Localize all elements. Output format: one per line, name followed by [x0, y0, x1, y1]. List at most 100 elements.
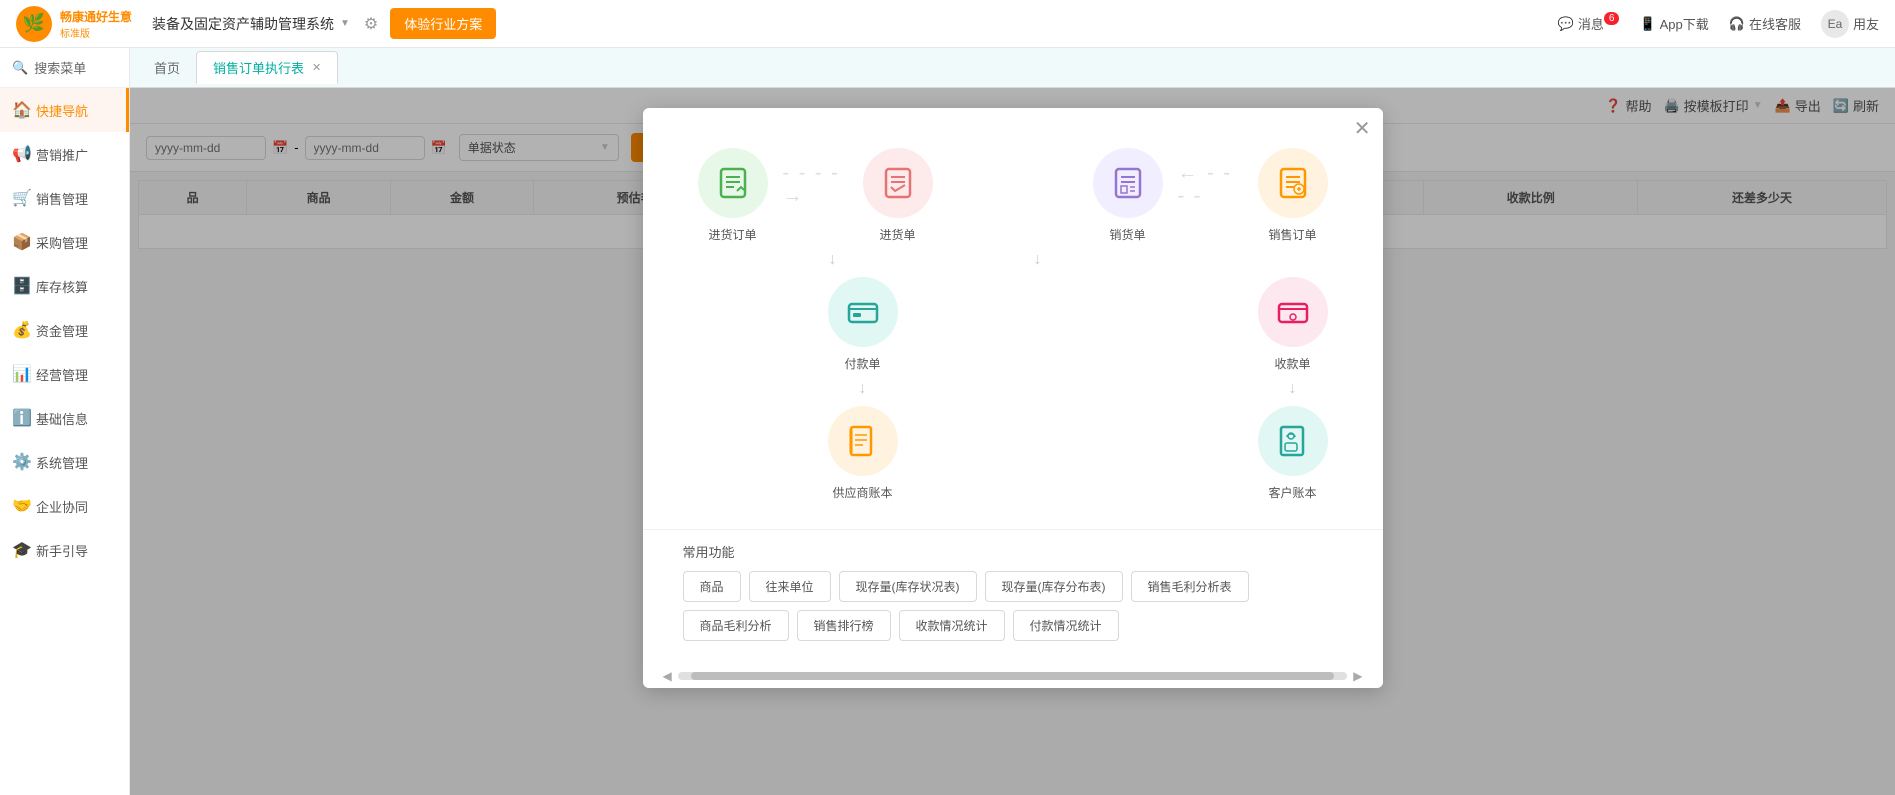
purchase-order-label: 进货订单 — [708, 226, 756, 243]
receipt-circle — [1258, 277, 1328, 347]
modal-scrollbar-area: ◀ ▶ — [643, 661, 1383, 688]
flow-node-receipt[interactable]: 收款单 — [1243, 277, 1343, 372]
scrollbar-thumb — [691, 672, 1334, 680]
settings-icon[interactable]: ⚙ — [364, 14, 378, 34]
arrow-sales-left: ← - - - - — [1178, 162, 1243, 230]
system-icon: ⚙️ — [12, 452, 30, 472]
supplier-ledger-label: 供应商账本 — [832, 484, 892, 501]
down-arrow-icon-3: ↓ — [859, 380, 867, 398]
flow-node-payment[interactable]: 付款单 — [813, 277, 913, 372]
receipt-label: 收款单 — [1274, 355, 1310, 372]
payment-circle — [828, 277, 898, 347]
message-badge: 6 — [1604, 12, 1620, 25]
flow-node-customer-ledger[interactable]: 客户账本 — [1243, 406, 1343, 501]
marketing-icon: 📢 — [12, 144, 30, 164]
tab-bar: 首页 销售订单执行表 ✕ — [130, 48, 1895, 88]
func-btn-sales-margin[interactable]: 销售毛利分析表 — [1131, 571, 1249, 602]
func-btn-stock-status[interactable]: 现存量(库存状况表) — [839, 571, 977, 602]
home-icon: 🏠 — [12, 100, 30, 120]
func-btn-goods-margin[interactable]: 商品毛利分析 — [683, 610, 789, 641]
sidebar-item-enterprise[interactable]: 🤝 企业协同 — [0, 484, 129, 528]
sidebar: 🔍 搜索菜单 🏠 快捷导航 📢 营销推广 🛒 销售管理 📦 采购管理 🗄️ — [0, 48, 130, 795]
sidebar-item-funds[interactable]: 💰 资金管理 — [0, 308, 129, 352]
scroll-right-arrow[interactable]: ▶ — [1353, 669, 1362, 683]
tab-home[interactable]: 首页 — [138, 52, 196, 83]
app-download-item[interactable]: 📱 App下载 — [1639, 14, 1708, 33]
modal: ✕ 进货订单 — [643, 108, 1383, 688]
message-item[interactable]: 💬 消息 6 — [1558, 14, 1620, 33]
sidebar-item-inventory[interactable]: 🗄️ 库存核算 — [0, 264, 129, 308]
logo-area: 🌿 畅康通好生意 标准版 — [16, 6, 136, 42]
newbie-icon: 🎓 — [12, 540, 30, 560]
app-wrapper: 🌿 畅康通好生意 标准版 装备及固定资产辅助管理系统 ▼ ⚙ 体验行业方案 💬 … — [0, 0, 1895, 795]
tab-sales-order[interactable]: 销售订单执行表 ✕ — [196, 51, 338, 84]
sales-bill-label: 销货单 — [1109, 226, 1145, 243]
logo-icon: 🌿 — [16, 6, 52, 42]
experience-button[interactable]: 体验行业方案 — [390, 8, 496, 39]
flow-row-4: ↓ ↓ — [683, 380, 1343, 398]
func-btn-stock-dist[interactable]: 现存量(库存分布表) — [985, 571, 1123, 602]
sidebar-item-basic-info[interactable]: ℹ️ 基础信息 — [0, 396, 129, 440]
down-arrow-purchase: ↓ — [683, 251, 853, 269]
flow-row-2: ↓ ↓ — [683, 251, 1343, 269]
system-title: 装备及固定资产辅助管理系统 ▼ ⚙ — [152, 14, 378, 34]
func-btn-sales-rank[interactable]: 销售排行榜 — [797, 610, 891, 641]
top-bar-right: 💬 消息 6 📱 App下载 🎧 在线客服 Ea 用友 — [1558, 10, 1879, 38]
sales-bill-circle — [1093, 148, 1163, 218]
content-body: ❓ 帮助 🖨️ 按模板打印 ▼ 📤 导出 🔄 刷新 — [130, 88, 1895, 795]
down-arrow-receipt: ↓ — [1243, 380, 1343, 398]
flow-row-1: 进货订单 - - - - → — [683, 148, 1343, 243]
flow-row-5: 供应商账本 客户账本 — [683, 406, 1343, 501]
top-bar: 🌿 畅康通好生意 标准版 装备及固定资产辅助管理系统 ▼ ⚙ 体验行业方案 💬 … — [0, 0, 1895, 48]
app-icon: 📱 — [1639, 16, 1655, 32]
func-btn-receipt-stats[interactable]: 收款情况统计 — [899, 610, 1005, 641]
funds-icon: 💰 — [12, 320, 30, 340]
right-arrow-icon-1: - - - - → — [783, 162, 848, 208]
sidebar-item-system[interactable]: ⚙️ 系统管理 — [0, 440, 129, 484]
search-icon: 🔍 — [12, 60, 28, 76]
payment-label: 付款单 — [844, 355, 880, 372]
flow-node-sales-bill[interactable]: 销货单 — [1078, 148, 1178, 243]
logo-text: 畅康通好生意 标准版 — [60, 8, 132, 40]
sidebar-item-sales[interactable]: 🛒 销售管理 — [0, 176, 129, 220]
common-functions-title: 常用功能 — [683, 542, 1343, 561]
down-arrow-icon-2: ↓ — [1034, 251, 1042, 269]
arrow-purchase: - - - - → — [783, 162, 848, 230]
sidebar-item-purchase[interactable]: 📦 采购管理 — [0, 220, 129, 264]
sidebar-item-newbie[interactable]: 🎓 新手引导 — [0, 528, 129, 572]
func-btn-partner[interactable]: 往来单位 — [749, 571, 831, 602]
flow-node-purchase-bill[interactable]: 进货单 — [848, 148, 948, 243]
scroll-left-arrow[interactable]: ◀ — [663, 669, 672, 683]
sales-order-circle — [1258, 148, 1328, 218]
sidebar-item-quick-nav[interactable]: 🏠 快捷导航 — [0, 88, 129, 132]
tab-close-icon[interactable]: ✕ — [312, 61, 321, 74]
online-service-item[interactable]: 🎧 在线客服 — [1729, 14, 1801, 33]
operations-icon: 📊 — [12, 364, 30, 384]
purchase-bill-label: 进货单 — [879, 226, 915, 243]
purchase-icon: 📦 — [12, 232, 30, 252]
main-area: 🔍 搜索菜单 🏠 快捷导航 📢 营销推广 🛒 销售管理 📦 采购管理 🗄️ — [0, 48, 1895, 795]
system-dropdown-icon[interactable]: ▼ — [340, 18, 350, 29]
search-menu[interactable]: 🔍 搜索菜单 — [0, 48, 129, 88]
user-area[interactable]: Ea 用友 — [1821, 10, 1879, 38]
customer-ledger-circle — [1258, 406, 1328, 476]
flow-row-3: 付款单 收款单 — [683, 277, 1343, 372]
func-btn-payment-stats[interactable]: 付款情况统计 — [1013, 610, 1119, 641]
modal-overlay: ✕ 进货订单 — [130, 88, 1895, 795]
service-icon: 🎧 — [1729, 16, 1745, 32]
flow-node-sales-order[interactable]: 销售订单 — [1243, 148, 1343, 243]
flow-node-supplier-ledger[interactable]: 供应商账本 — [813, 406, 913, 501]
flowchart: 进货订单 - - - - → — [643, 108, 1383, 529]
avatar: Ea — [1821, 10, 1849, 38]
modal-close-button[interactable]: ✕ — [1354, 116, 1371, 141]
message-icon: 💬 — [1558, 16, 1574, 32]
down-arrow-icon-4: ↓ — [1289, 380, 1297, 398]
purchase-order-circle — [698, 148, 768, 218]
flow-node-purchase-order[interactable]: 进货订单 — [683, 148, 783, 243]
customer-ledger-label: 客户账本 — [1268, 484, 1316, 501]
scrollbar-track[interactable] — [678, 672, 1348, 680]
sidebar-item-operations[interactable]: 📊 经营管理 — [0, 352, 129, 396]
sidebar-item-marketing[interactable]: 📢 营销推广 — [0, 132, 129, 176]
down-arrow-icon-1: ↓ — [829, 251, 837, 269]
func-btn-goods[interactable]: 商品 — [683, 571, 741, 602]
